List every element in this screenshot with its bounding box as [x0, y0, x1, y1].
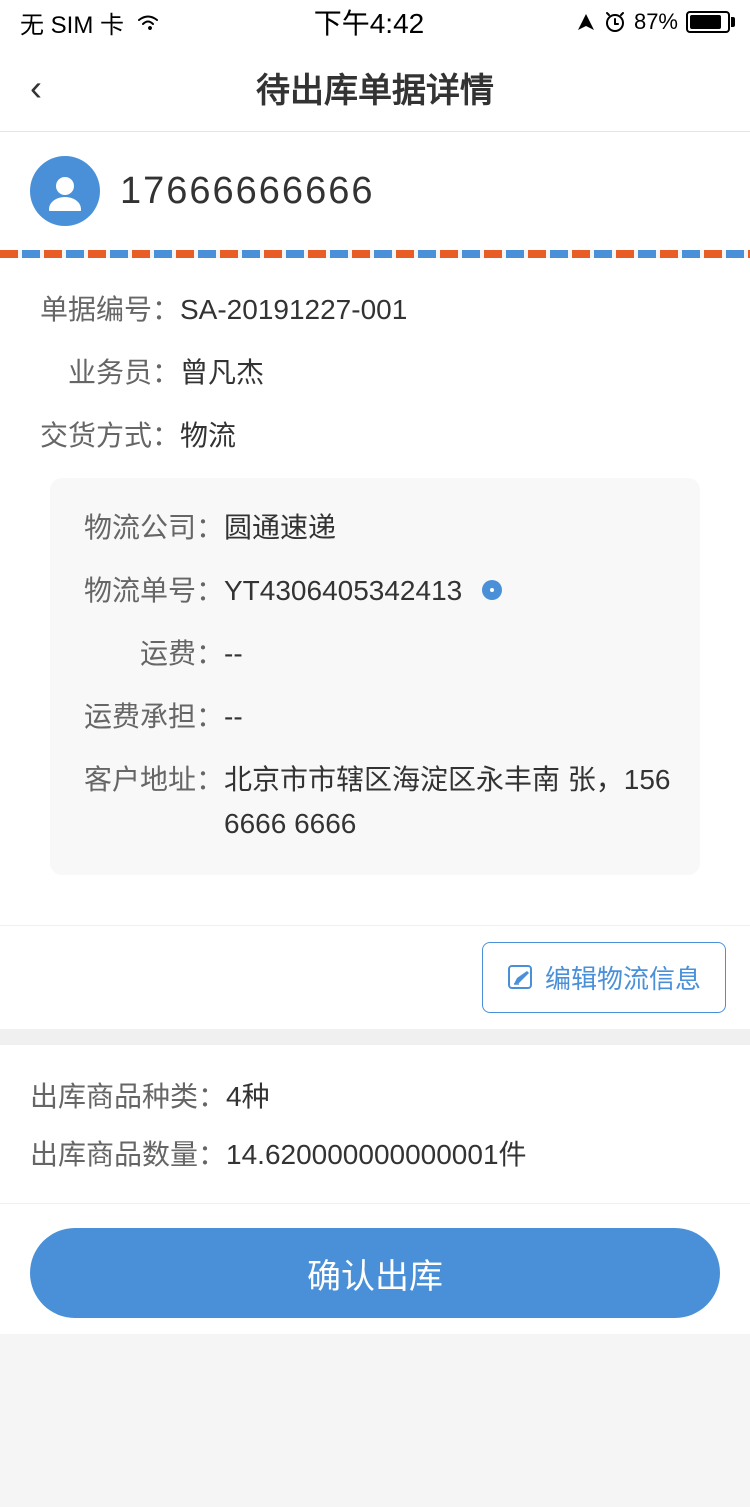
map-pin-icon[interactable]: [474, 574, 510, 610]
freight-row: 运费： --: [74, 632, 676, 677]
nav-bar: ‹ 待出库单据详情: [0, 44, 750, 132]
freight-label: 运费：: [74, 632, 224, 677]
document-number-label: 单据编号：: [30, 288, 180, 333]
edit-icon: [507, 964, 535, 992]
confirm-button-container: 确认出库: [0, 1212, 750, 1334]
freight-bear-label: 运费承担：: [74, 695, 224, 740]
goods-quantity-value: 14.620000000000001件: [226, 1133, 527, 1173]
document-number-value: SA-20191227-001: [180, 288, 720, 333]
goods-types-row: 出库商品种类： 4种: [30, 1075, 720, 1115]
delivery-value: 物流: [180, 414, 720, 459]
salesman-label: 业务员：: [30, 351, 180, 396]
battery-icon: [686, 11, 730, 33]
logistics-company-value: 圆通速递: [224, 506, 676, 551]
logistics-card: 物流公司： 圆通速递 物流单号： YT4306405342413 运费： --: [50, 478, 700, 875]
alarm-icon: [604, 11, 626, 33]
delivery-row: 交货方式： 物流: [30, 414, 720, 459]
address-value: 北京市市辖区海淀区永丰南 张，156 6666 6666: [224, 758, 676, 848]
logistics-company-row: 物流公司： 圆通速递: [74, 506, 676, 551]
confirm-button[interactable]: 确认出库: [30, 1228, 720, 1318]
delivery-label: 交货方式：: [30, 414, 180, 459]
goods-section: 出库商品种类： 4种 出库商品数量： 14.620000000000001件: [0, 1045, 750, 1203]
address-row: 客户地址： 北京市市辖区海淀区永丰南 张，156 6666 6666: [74, 758, 676, 848]
sim-status: 无 SIM 卡: [20, 5, 124, 40]
status-right: 87%: [576, 9, 730, 35]
freight-bear-row: 运费承担： --: [74, 695, 676, 740]
edit-logistics-button[interactable]: 编辑物流信息: [482, 942, 726, 1013]
goods-types-value: 4种: [226, 1075, 270, 1115]
edit-logistics-label: 编辑物流信息: [545, 959, 701, 996]
location-arrow-icon: [576, 12, 596, 32]
goods-quantity-label: 出库商品数量：: [30, 1133, 226, 1173]
logistics-company-label: 物流公司：: [74, 506, 224, 551]
status-time: 下午4:42: [314, 2, 425, 42]
logistics-tracking-value: YT4306405342413: [224, 569, 676, 614]
document-number-row: 单据编号： SA-20191227-001: [30, 288, 720, 333]
salesman-value: 曾凡杰: [180, 351, 720, 396]
logistics-tracking-label: 物流单号：: [74, 569, 224, 614]
goods-quantity-row: 出库商品数量： 14.620000000000001件: [30, 1133, 720, 1173]
user-phone: 17666666666: [120, 170, 374, 213]
back-button[interactable]: ‹: [30, 67, 42, 109]
dashed-divider: [0, 250, 750, 258]
goods-types-label: 出库商品种类：: [30, 1075, 226, 1115]
address-label: 客户地址：: [74, 758, 224, 803]
edit-logistics-row: 编辑物流信息: [0, 925, 750, 1029]
bottom-spacer: [0, 1307, 750, 1507]
freight-bear-value: --: [224, 695, 676, 740]
user-header: 17666666666: [0, 132, 750, 250]
page-title: 待出库单据详情: [256, 63, 494, 112]
battery-percent: 87%: [634, 9, 678, 35]
basic-info-section: 单据编号： SA-20191227-001 业务员： 曾凡杰 交货方式： 物流 …: [0, 258, 750, 925]
status-left: 无 SIM 卡: [20, 5, 162, 40]
salesman-row: 业务员： 曾凡杰: [30, 351, 720, 396]
avatar: [30, 156, 100, 226]
tracking-number-text: YT4306405342413: [224, 569, 462, 614]
freight-value: --: [224, 632, 676, 677]
wifi-icon: [134, 12, 162, 32]
status-bar: 无 SIM 卡 下午4:42 87%: [0, 0, 750, 44]
logistics-tracking-row: 物流单号： YT4306405342413: [74, 569, 676, 614]
section-divider-1: [0, 1029, 750, 1045]
confirm-button-label: 确认出库: [307, 1249, 443, 1298]
